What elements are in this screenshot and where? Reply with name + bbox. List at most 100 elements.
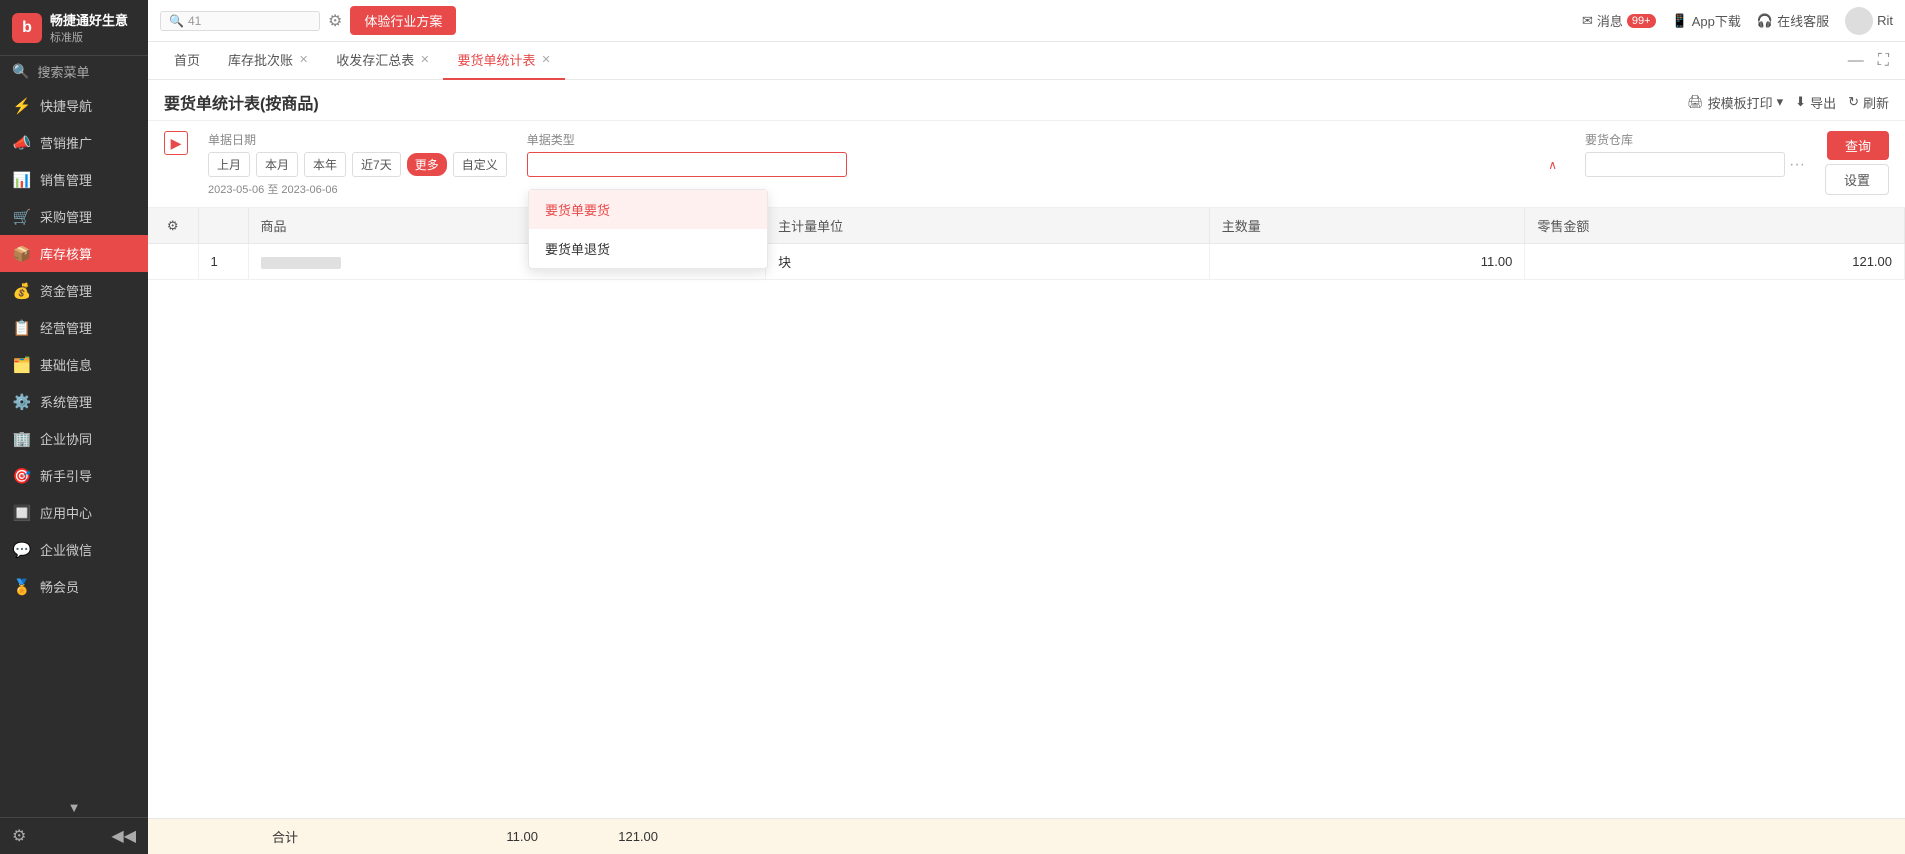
table-footer: 合计 11.00 121.00 [148,818,1905,854]
message-item[interactable]: ✉ 消息 99+ [1582,11,1656,30]
dropdown-item-order-ret-label: 要货单退货 [545,242,610,257]
filter-settings-btn[interactable]: 设置 [1825,164,1889,195]
date-btn-last-month[interactable]: 上月 [208,152,250,177]
online-service-item[interactable]: 🎧 在线客服 [1757,11,1829,30]
sidebar-item-app-center[interactable]: 🔲 应用中心 [0,494,148,531]
sidebar-scroll-down[interactable]: ▼ [0,798,148,817]
export-btn[interactable]: ⬇ 导出 [1795,93,1836,112]
tab-collect-account-label: 收发存汇总表 [336,50,414,69]
top-search-input[interactable]: 🔍 41 [160,11,320,31]
export-label: 导出 [1810,93,1836,112]
tab-collect-account-close[interactable]: ✕ [420,53,429,66]
wechat-label: 企业微信 [40,540,136,559]
user-avatar-item[interactable]: Rit [1845,7,1893,35]
date-btn-this-year[interactable]: 本年 [304,152,346,177]
search-menu-label: 搜索菜单 [37,62,89,81]
tab-order-stats-close[interactable]: ✕ [542,53,551,66]
sidebar-logo: b 畅捷通好生意 标准版 [0,0,148,56]
guide-label: 新手引导 [40,466,136,485]
footer-total-label: 合计 [240,827,330,846]
tab-expand-icon[interactable]: ⛶ [1874,50,1893,72]
search-menu-item[interactable]: 🔍 搜索菜单 [0,56,148,87]
query-btn[interactable]: 查询 [1827,131,1889,160]
tab-batch-account-close[interactable]: ✕ [299,53,308,66]
sidebar-item-finance[interactable]: 💰 资金管理 [0,272,148,309]
tab-collect-account[interactable]: 收发存汇总表 ✕ [322,42,443,80]
phone-icon: 📱 [1672,13,1688,29]
operation-icon: 📋 [12,319,32,337]
app-download-item[interactable]: 📱 App下载 [1672,11,1741,30]
marketing-icon: 📣 [12,134,32,152]
industry-btn[interactable]: 体验行业方案 [350,6,456,35]
filter-date-group: 单据日期 上月 本月 本年 近7天 更多 自定义 2023-05-06 至 20… [208,131,507,197]
sidebar-item-guide[interactable]: 🎯 新手引导 [0,457,148,494]
filter-warehouse-input[interactable] [1585,152,1785,177]
system-icon: ⚙️ [12,393,32,411]
type-dropdown: 要货单要货 要货单退货 [528,189,768,269]
refresh-icon: ↻ [1848,94,1859,110]
refresh-btn[interactable]: ↻ 刷新 [1848,93,1889,112]
purchase-icon: 🛒 [12,208,32,226]
filter-warehouse-group: 要货仓库 ··· [1585,131,1805,177]
message-badge: 99+ [1627,14,1656,28]
sidebar-bottom: ⚙ ◀◀ [0,817,148,854]
marketing-label: 营销推广 [40,133,136,152]
table-col-qty: 主数量 [1209,208,1525,244]
sidebar-item-inventory[interactable]: 📦 库存核算 [0,235,148,272]
enterprise-label: 企业协同 [40,429,136,448]
date-btn-7days[interactable]: 近7天 [352,152,401,177]
table-cell-gear [148,244,198,280]
sidebar-item-purchase[interactable]: 🛒 采购管理 [0,198,148,235]
app-center-label: 应用中心 [40,503,136,522]
print-btn[interactable]: 🖨 按模板打印 ▾ [1687,93,1783,112]
tab-home[interactable]: 首页 [160,42,214,80]
quick-nav-label: 快捷导航 [40,96,136,115]
sidebar-item-quick-nav[interactable]: ⚡ 快捷导航 [0,87,148,124]
settings-gear-icon[interactable]: ⚙ [328,11,342,31]
table-col-gear[interactable]: ⚙ [148,208,198,244]
sales-label: 销售管理 [40,170,136,189]
table-area: ⚙ 商品 主计量单位 主数量 零售金额 1 [148,208,1905,818]
footer-total-amount: 121.00 [550,829,670,844]
date-btn-custom[interactable]: 自定义 [453,152,507,177]
enterprise-icon: 🏢 [12,430,32,448]
table-col-unit: 主计量单位 [766,208,1210,244]
filter-expand-btn[interactable]: ▶ [164,131,188,155]
top-bar-left: 🔍 41 ⚙ 体验行业方案 [160,6,456,35]
tab-minimize-icon[interactable]: — [1844,50,1868,72]
logo-text: 畅捷通好生意 标准版 [50,10,128,45]
filter-more-dots-icon[interactable]: ··· [1789,156,1805,174]
table-cell-rownum: 1 [198,244,248,280]
filter-date-row: 上月 本月 本年 近7天 更多 自定义 [208,152,507,177]
sidebar-item-basic[interactable]: 🗂️ 基础信息 [0,346,148,383]
filter-type-arrow-icon[interactable]: ∧ [1548,158,1557,172]
sidebar-settings-icon[interactable]: ⚙ [12,826,26,846]
tab-bar-actions: — ⛶ [1844,50,1893,72]
sidebar-item-sales[interactable]: 📊 销售管理 [0,161,148,198]
message-icon: ✉ [1582,13,1593,29]
dropdown-item-order-ret[interactable]: 要货单退货 [529,229,767,268]
page-header: 要货单统计表(按商品) 🖨 按模板打印 ▾ ⬇ 导出 ↻ 刷新 [148,80,1905,121]
filter-type-input[interactable] [527,152,847,177]
logo-app-name: 畅捷通好生意 [50,10,128,29]
sidebar-item-member[interactable]: 🏅 畅会员 [0,568,148,605]
sidebar-item-enterprise[interactable]: 🏢 企业协同 [0,420,148,457]
table-col-amount: 零售金额 [1525,208,1905,244]
sidebar-item-marketing[interactable]: 📣 营销推广 [0,124,148,161]
sidebar-item-operation[interactable]: 📋 经营管理 [0,309,148,346]
tab-batch-account[interactable]: 库存批次账 ✕ [214,42,322,80]
member-label: 畅会员 [40,577,136,596]
date-btn-more[interactable]: 更多 [407,153,447,176]
sidebar-collapse-icon[interactable]: ◀◀ [111,826,136,846]
purchase-label: 采购管理 [40,207,136,226]
sidebar-item-system[interactable]: ⚙️ 系统管理 [0,383,148,420]
filter-type-label: 单据类型 [527,131,1565,148]
tab-order-stats[interactable]: 要货单统计表 ✕ [443,42,564,80]
product-placeholder [261,257,341,269]
operation-label: 经营管理 [40,318,136,337]
expand-icon: ▶ [171,135,182,152]
message-label: 消息 [1597,11,1623,30]
sidebar-item-wechat[interactable]: 💬 企业微信 [0,531,148,568]
date-btn-this-month[interactable]: 本月 [256,152,298,177]
dropdown-item-order-req[interactable]: 要货单要货 [529,190,767,229]
